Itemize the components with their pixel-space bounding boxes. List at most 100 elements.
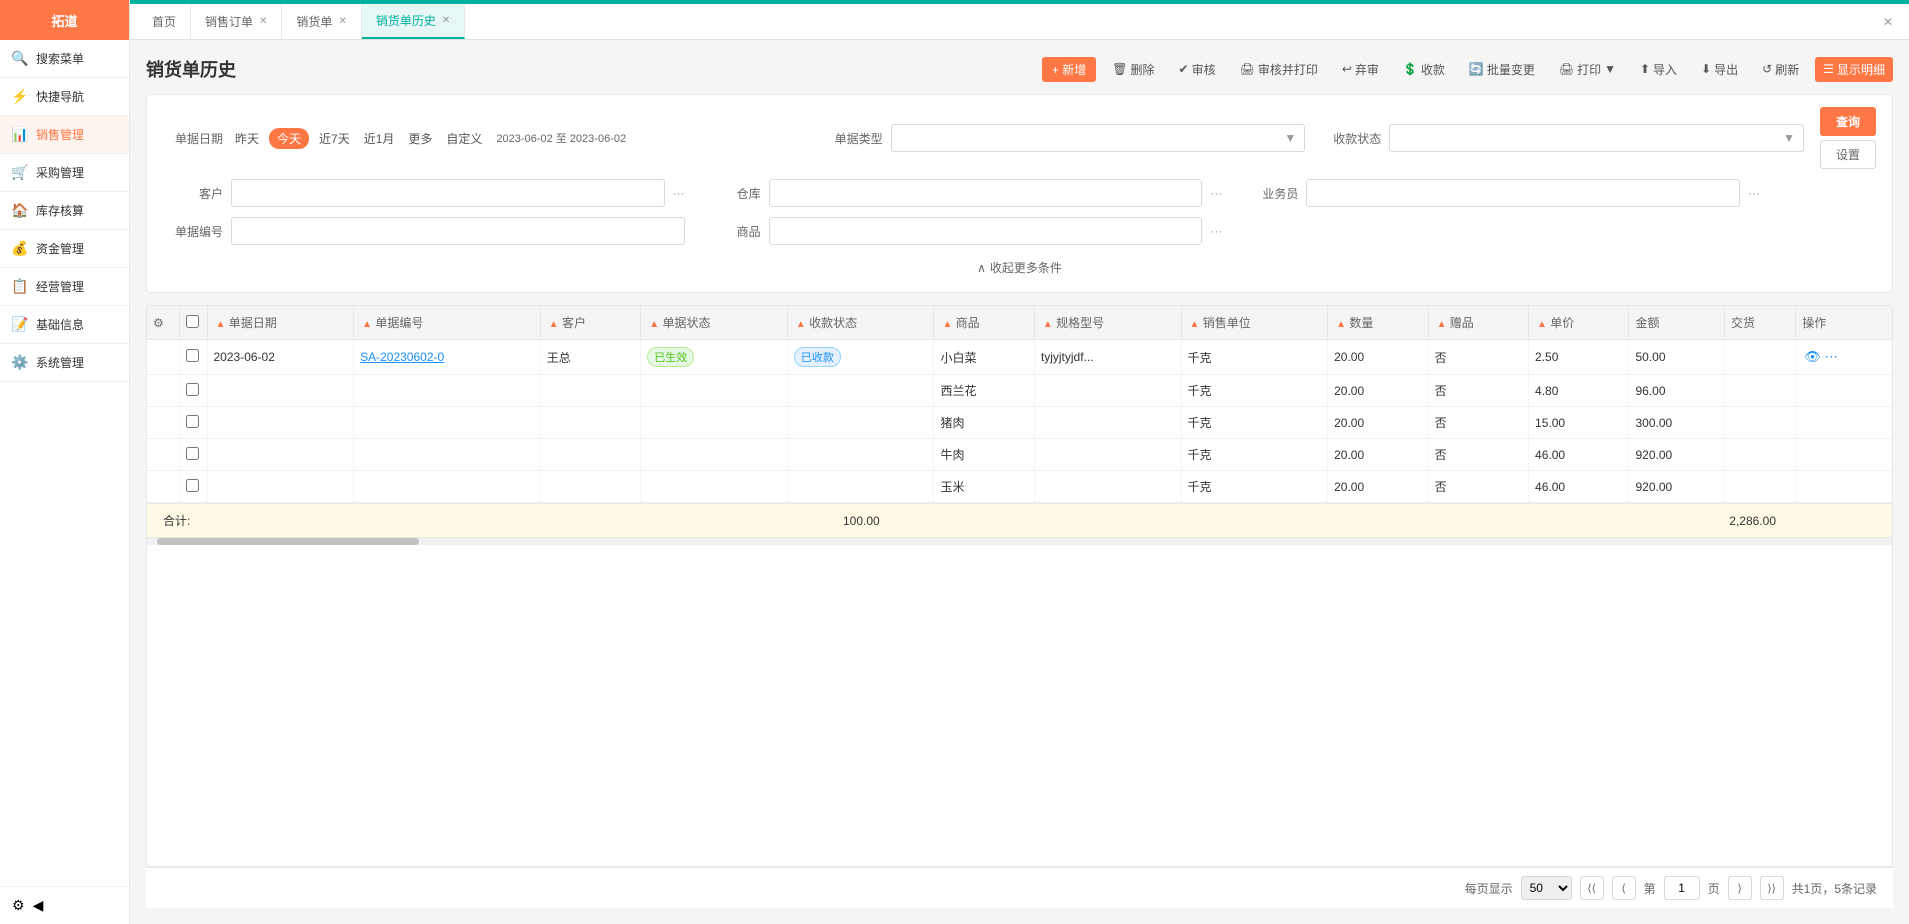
th-sales-unit[interactable]: ▲ 销售单位: [1181, 306, 1328, 340]
tab-home[interactable]: 首页: [138, 4, 191, 39]
td-checkbox[interactable]: [179, 471, 207, 503]
tab-sales-order-label: 销售订单: [205, 13, 253, 30]
doc-no-link[interactable]: SA-20230602-0: [360, 350, 444, 364]
shortcut-7days[interactable]: 近7天: [315, 128, 354, 149]
page-size-select[interactable]: 50 20 100: [1521, 876, 1572, 900]
audit-print-button[interactable]: 🖨 审核并打印: [1232, 57, 1326, 82]
abandon-button[interactable]: ↩ 弃审: [1334, 57, 1387, 82]
td-checkbox[interactable]: [179, 375, 207, 407]
collect-button[interactable]: 💲 收款: [1395, 57, 1453, 82]
shortcut-today[interactable]: 今天: [269, 128, 309, 149]
td-checkbox[interactable]: [179, 340, 207, 375]
next-page-button[interactable]: ⟩: [1728, 876, 1752, 900]
goods-dots[interactable]: ···: [1210, 224, 1222, 238]
scrollbar-thumb[interactable]: [157, 538, 419, 545]
collapse-button[interactable]: ∧ 收起更多条件: [163, 255, 1876, 280]
settings-icon[interactable]: ⚙: [12, 897, 25, 914]
filter-row-2: 客户 ··· 仓库 ··· 业务员 ···: [163, 179, 1876, 207]
th-quantity[interactable]: ▲ 数量: [1328, 306, 1428, 340]
tab-sales-history-close[interactable]: ✕: [442, 15, 450, 26]
shortcut-more[interactable]: 更多: [404, 128, 436, 149]
tab-sales-goods-close[interactable]: ✕: [338, 16, 346, 27]
view-action[interactable]: 👁: [1804, 349, 1821, 364]
refresh-button[interactable]: ↺ 刷新: [1754, 57, 1807, 82]
td-spec-type: [1034, 375, 1181, 407]
more-action[interactable]: ⋯: [1825, 349, 1838, 364]
horizontal-scrollbar[interactable]: [147, 537, 1892, 545]
th-doc-no[interactable]: ▲ 单据编号: [354, 306, 541, 340]
sidebar-item-operations[interactable]: 📋 经营管理: [0, 268, 129, 306]
td-goods: 猪肉: [934, 407, 1034, 439]
doc-no-input[interactable]: [231, 217, 685, 245]
close-all-tabs[interactable]: ✕: [1875, 15, 1901, 29]
sidebar-item-search-menu[interactable]: 🔍 搜索菜单: [0, 40, 129, 78]
th-doc-date[interactable]: ▲ 单据日期: [207, 306, 354, 340]
print-button[interactable]: 🖨 打印 ▼: [1551, 57, 1624, 82]
show-details-button[interactable]: ☰ 显示明细: [1815, 57, 1893, 82]
th-unit-price[interactable]: ▲ 单价: [1529, 306, 1629, 340]
th-gift[interactable]: ▲ 赠品: [1428, 306, 1528, 340]
tab-sales-goods[interactable]: 销货单 ✕: [282, 4, 361, 39]
td-unit-price: 46.00: [1529, 439, 1629, 471]
audit-button[interactable]: ✔ 审核: [1171, 57, 1224, 82]
th-customer[interactable]: ▲ 客户: [540, 306, 640, 340]
td-checkbox[interactable]: [179, 407, 207, 439]
batch-change-icon: 🔄: [1469, 62, 1484, 76]
basic-info-icon: 📝: [12, 317, 28, 333]
customer-input[interactable]: [231, 179, 665, 207]
sidebar-item-purchase-mgmt[interactable]: 🛒 采购管理: [0, 154, 129, 192]
tab-sales-history[interactable]: 销货单历史 ✕: [362, 4, 465, 39]
customer-dots[interactable]: ···: [673, 186, 685, 200]
shortcut-yesterday[interactable]: 昨天: [231, 128, 263, 149]
collect-status-select[interactable]: ▼: [1389, 124, 1804, 152]
th-collect-status[interactable]: ▲ 收款状态: [787, 306, 934, 340]
doc-type-dropdown-icon: ▼: [1284, 131, 1296, 145]
sidebar-item-finance[interactable]: 💰 资金管理: [0, 230, 129, 268]
delete-button[interactable]: 🗑 删除: [1104, 57, 1162, 82]
doc-type-select[interactable]: ▼: [891, 124, 1306, 152]
import-button[interactable]: ⬆ 导入: [1632, 57, 1685, 82]
warehouse-input[interactable]: [769, 179, 1203, 207]
row-checkbox[interactable]: [186, 447, 199, 460]
page-number-input[interactable]: 1: [1664, 876, 1700, 900]
sidebar-item-quick-nav[interactable]: ⚡ 快捷导航: [0, 78, 129, 116]
batch-change-button[interactable]: 🔄 批量变更: [1461, 57, 1543, 82]
td-checkbox[interactable]: [179, 439, 207, 471]
salesperson-input[interactable]: [1306, 179, 1740, 207]
last-page-button[interactable]: ⟩⟩: [1760, 876, 1784, 900]
th-goods[interactable]: ▲ 商品: [934, 306, 1034, 340]
td-transaction: [1725, 471, 1796, 503]
salesperson-dots[interactable]: ···: [1748, 186, 1760, 200]
th-doc-status[interactable]: ▲ 单据状态: [641, 306, 788, 340]
doc-no-label: 单据编号: [163, 223, 223, 240]
td-doc-no: [354, 375, 541, 407]
th-gear[interactable]: ⚙: [147, 306, 179, 340]
filter-settings-button[interactable]: 设置: [1820, 140, 1876, 169]
td-customer: 王总: [540, 340, 640, 375]
shortcut-custom[interactable]: 自定义: [442, 128, 486, 149]
select-all-checkbox[interactable]: [186, 315, 199, 328]
row-checkbox[interactable]: [186, 349, 199, 362]
row-checkbox[interactable]: [186, 479, 199, 492]
collapse-icon[interactable]: ◀: [33, 897, 44, 914]
tab-sales-order[interactable]: 销售订单 ✕: [191, 4, 282, 39]
export-button[interactable]: ⬇ 导出: [1693, 57, 1746, 82]
goods-input[interactable]: [769, 217, 1203, 245]
th-spec-type[interactable]: ▲ 规格型号: [1034, 306, 1181, 340]
new-button[interactable]: + 新增: [1042, 57, 1096, 82]
sidebar-item-sales-mgmt[interactable]: 📊 销售管理: [0, 116, 129, 154]
first-page-button[interactable]: ⟨⟨: [1580, 876, 1604, 900]
td-action: [1796, 375, 1892, 407]
sidebar-item-system-mgmt[interactable]: ⚙️ 系统管理: [0, 344, 129, 382]
tab-sales-order-close[interactable]: ✕: [259, 16, 267, 27]
warehouse-dots[interactable]: ···: [1210, 186, 1222, 200]
th-checkbox[interactable]: [179, 306, 207, 340]
page-label-post: 页: [1708, 880, 1720, 897]
shortcut-1month[interactable]: 近1月: [360, 128, 399, 149]
row-checkbox[interactable]: [186, 383, 199, 396]
sidebar-item-basic-info[interactable]: 📝 基础信息: [0, 306, 129, 344]
row-checkbox[interactable]: [186, 415, 199, 428]
query-button[interactable]: 查询: [1820, 107, 1876, 136]
sidebar-item-inventory[interactable]: 🏠 库存核算: [0, 192, 129, 230]
prev-page-button[interactable]: ⟨: [1612, 876, 1636, 900]
